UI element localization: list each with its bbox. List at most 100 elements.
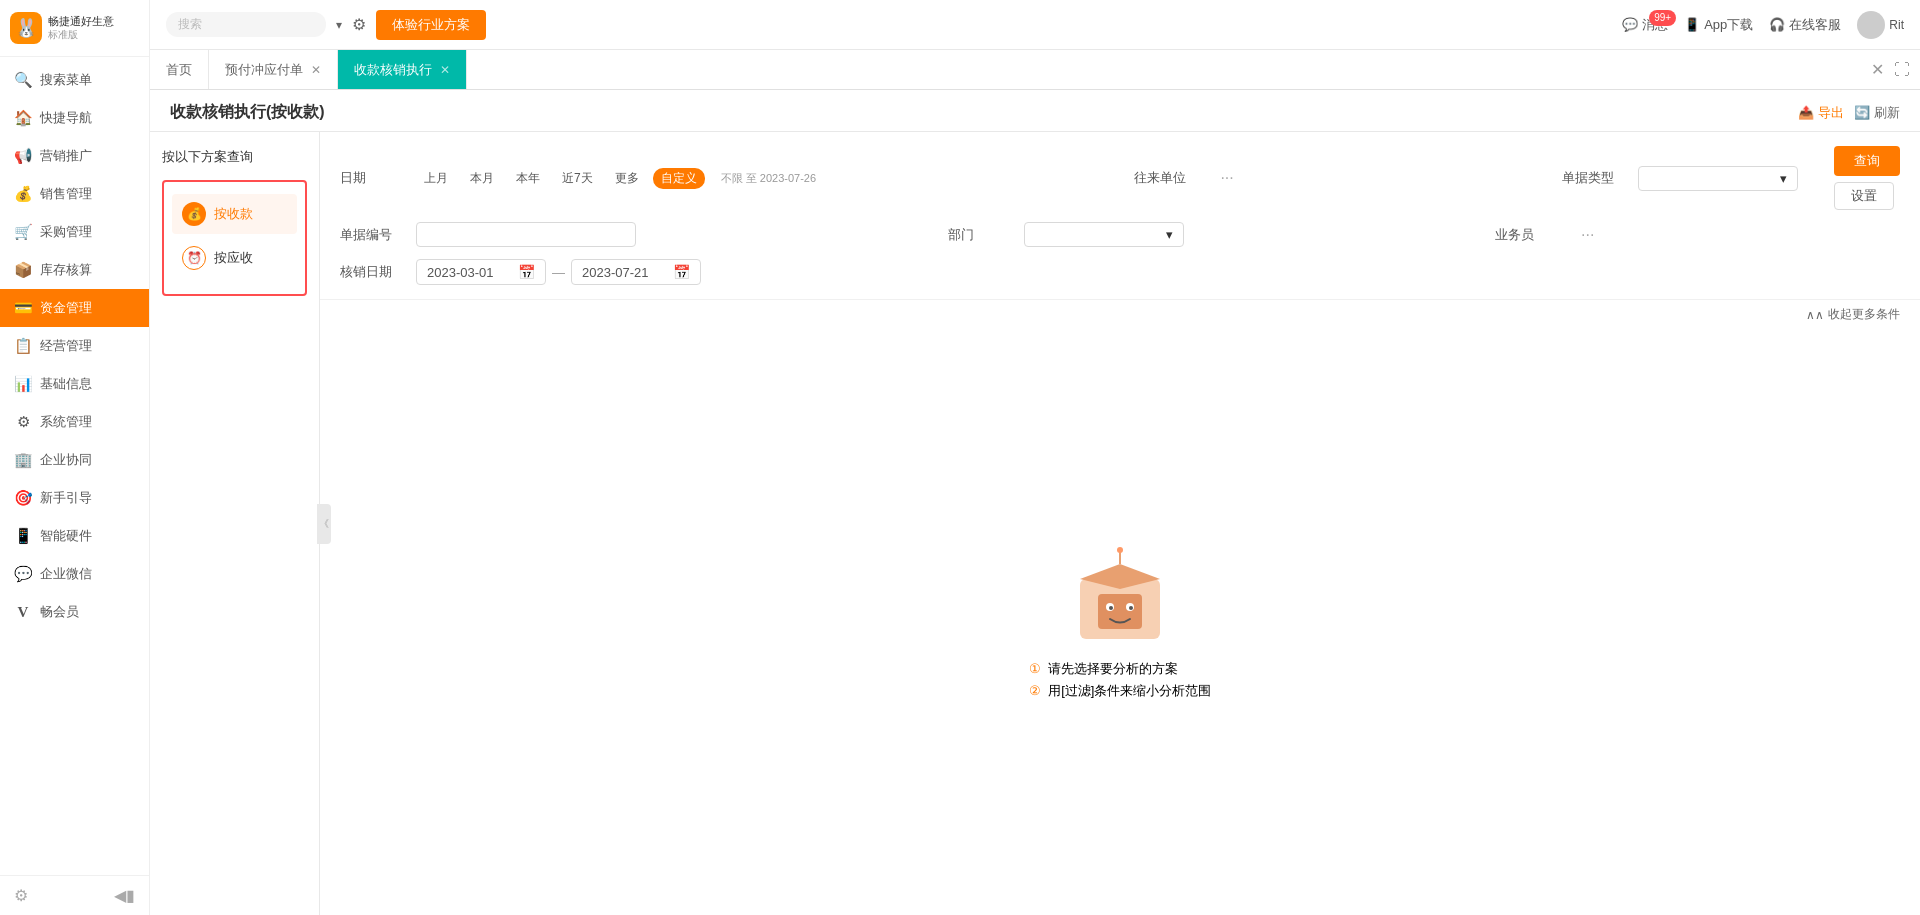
sidebar-item-guide[interactable]: 🎯 新手引导 (0, 479, 149, 517)
writeoff-start-date[interactable]: 2023-03-01 📅 (416, 259, 546, 285)
logo-icon: 🐰 (10, 12, 42, 44)
sidebar-item-finance[interactable]: 💳 资金管理 (0, 289, 149, 327)
refresh-icon: 🔄 (1854, 105, 1870, 120)
sidebar-item-system[interactable]: ⚙ 系统管理 (0, 403, 149, 441)
svg-rect-2 (1098, 594, 1142, 629)
by-receipt-icon: 💰 (182, 202, 206, 226)
doc-type-dropdown-icon: ▾ (1780, 171, 1787, 186)
filter-row-2: 单据编号 部门 ▾ 业务员 ··· (340, 222, 1900, 247)
by-receivable-label: 按应收 (214, 249, 253, 267)
refresh-btn[interactable]: 🔄 刷新 (1854, 104, 1900, 122)
page-header: 收款核销执行(按收款) 📤 导出 🔄 刷新 (150, 90, 1920, 132)
date-this-month[interactable]: 本月 (462, 168, 502, 189)
tab-home[interactable]: 首页 (150, 50, 209, 90)
topbar-gear-icon[interactable]: ⚙ (352, 15, 366, 34)
filter-actions: 查询 设置 (1814, 146, 1900, 210)
enterprise-icon: 🏢 (14, 451, 32, 469)
finance-icon: 💳 (14, 299, 32, 317)
date-quick-options: 上月 本月 本年 近7天 更多 自定义 (416, 168, 705, 189)
filter-panel-border: 💰 按收款 ⏰ 按应收 (162, 180, 307, 296)
tab-home-label: 首页 (166, 61, 192, 79)
date-last-month[interactable]: 上月 (416, 168, 456, 189)
window-controls: ✕ ⛶ (1861, 60, 1920, 79)
writeoff-end-date[interactable]: 2023-07-21 📅 (571, 259, 701, 285)
writeoff-date-label: 核销日期 (340, 263, 400, 281)
date-label: 日期 (340, 169, 400, 187)
department-label: 部门 (948, 226, 1008, 244)
tab-prepay[interactable]: 预付冲应付单 ✕ (209, 50, 338, 90)
operations-icon: 📋 (14, 337, 32, 355)
calendar-start-icon[interactable]: 📅 (518, 264, 535, 280)
wechat-icon: 💬 (14, 565, 32, 583)
settings-icon[interactable]: ⚙ (14, 886, 28, 905)
by-receipt-label: 按收款 (214, 205, 253, 223)
filter-panel: 按以下方案查询 💰 按收款 ⏰ 按应收 《 (150, 132, 320, 915)
search-menu-icon: 🔍 (14, 71, 32, 89)
doc-type-select[interactable]: ▾ (1638, 166, 1798, 191)
collapse-more-bar[interactable]: ∧∧ 收起更多条件 (320, 300, 1920, 329)
export-btn[interactable]: 📤 导出 (1798, 104, 1844, 122)
tab-prepay-close-icon[interactable]: ✕ (311, 63, 321, 77)
user-avatar[interactable]: Rit (1857, 11, 1904, 39)
department-select[interactable]: ▾ (1024, 222, 1184, 247)
sidebar-item-operations[interactable]: 📋 经营管理 (0, 327, 149, 365)
content-area: 按以下方案查询 💰 按收款 ⏰ 按应收 《 (150, 132, 1920, 915)
system-icon: ⚙ (14, 413, 32, 431)
topbar: 搜索 ▾ ⚙ 体验行业方案 💬 消息 99+ 📱 App下载 🎧 在线客服 Ri… (150, 0, 1920, 50)
maximize-window-icon[interactable]: ⛶ (1894, 61, 1910, 79)
topbar-left: 搜索 ▾ ⚙ 体验行业方案 (166, 10, 486, 40)
sidebar-footer: ⚙ ◀▮ (0, 875, 149, 915)
department-dropdown-icon: ▾ (1166, 227, 1173, 242)
collapse-panel-icon: 《 (319, 517, 329, 531)
message-badge: 99+ (1649, 10, 1676, 26)
calendar-end-icon[interactable]: 📅 (673, 264, 690, 280)
tab-receipt-writeoff[interactable]: 收款核销执行 ✕ (338, 50, 467, 90)
basic-info-icon: 📊 (14, 375, 32, 393)
counterparty-dots[interactable]: ··· (1210, 169, 1243, 187)
date-last-7-days[interactable]: 近7天 (554, 168, 601, 189)
topbar-search[interactable]: 搜索 (166, 12, 326, 37)
svg-point-6 (1129, 606, 1133, 610)
topbar-dropdown-icon[interactable]: ▾ (336, 18, 342, 32)
sidebar-item-sales[interactable]: 💰 销售管理 (0, 175, 149, 213)
salesperson-dots[interactable]: ··· (1571, 226, 1604, 244)
app-icon: 📱 (1684, 17, 1700, 32)
sidebar-item-hardware[interactable]: 📱 智能硬件 (0, 517, 149, 555)
filter-option-by-receipt[interactable]: 💰 按收款 (172, 194, 297, 234)
tab-prepay-label: 预付冲应付单 (225, 61, 303, 79)
empty-state: ① 请先选择要分析的方案 ② 用[过滤]条件来缩小分析范围 (320, 329, 1920, 915)
quick-nav-icon: 🏠 (14, 109, 32, 127)
hardware-icon: 📱 (14, 527, 32, 545)
close-window-icon[interactable]: ✕ (1871, 60, 1884, 79)
date-this-year[interactable]: 本年 (508, 168, 548, 189)
page-actions: 📤 导出 🔄 刷新 (1798, 104, 1900, 122)
sidebar-item-search-menu[interactable]: 🔍 搜索菜单 (0, 61, 149, 99)
doc-type-label: 单据类型 (1562, 169, 1622, 187)
date-custom-btn[interactable]: 自定义 (653, 168, 705, 189)
panel-collapse-btn[interactable]: 《 (317, 504, 331, 544)
online-service-btn[interactable]: 🎧 在线客服 (1769, 16, 1841, 34)
doc-number-input[interactable] (416, 222, 636, 247)
sidebar: 🐰 畅捷通好生意 标准版 🔍 搜索菜单 🏠 快捷导航 📢 营销推广 💰 销售管理… (0, 0, 150, 915)
filter-option-by-receivable[interactable]: ⏰ 按应收 (172, 238, 297, 278)
sidebar-item-basic-info[interactable]: 📊 基础信息 (0, 365, 149, 403)
tabbar: 首页 预付冲应付单 ✕ 收款核销执行 ✕ ✕ ⛶ (150, 50, 1920, 90)
sidebar-item-member[interactable]: V 畅会员 (0, 593, 149, 631)
sidebar-item-marketing[interactable]: 📢 营销推广 (0, 137, 149, 175)
topbar-right: 💬 消息 99+ 📱 App下载 🎧 在线客服 Rit (1622, 11, 1904, 39)
message-btn[interactable]: 💬 消息 99+ (1622, 16, 1668, 34)
collapse-sidebar-icon[interactable]: ◀▮ (114, 886, 135, 905)
sidebar-item-quick-nav[interactable]: 🏠 快捷导航 (0, 99, 149, 137)
sidebar-item-wechat[interactable]: 💬 企业微信 (0, 555, 149, 593)
tab-receipt-writeoff-close-icon[interactable]: ✕ (440, 63, 450, 77)
tab-receipt-writeoff-label: 收款核销执行 (354, 61, 432, 79)
sidebar-item-inventory[interactable]: 📦 库存核算 (0, 251, 149, 289)
date-more[interactable]: 更多 (607, 168, 647, 189)
settings-btn[interactable]: 设置 (1834, 182, 1894, 210)
filter-rows: 日期 上月 本月 本年 近7天 更多 自定义 不限 至 2023-07-26 (320, 132, 1920, 300)
industry-btn[interactable]: 体验行业方案 (376, 10, 486, 40)
sidebar-item-enterprise[interactable]: 🏢 企业协同 (0, 441, 149, 479)
app-download-btn[interactable]: 📱 App下载 (1684, 16, 1753, 34)
query-btn[interactable]: 查询 (1834, 146, 1900, 176)
sidebar-item-purchase[interactable]: 🛒 采购管理 (0, 213, 149, 251)
